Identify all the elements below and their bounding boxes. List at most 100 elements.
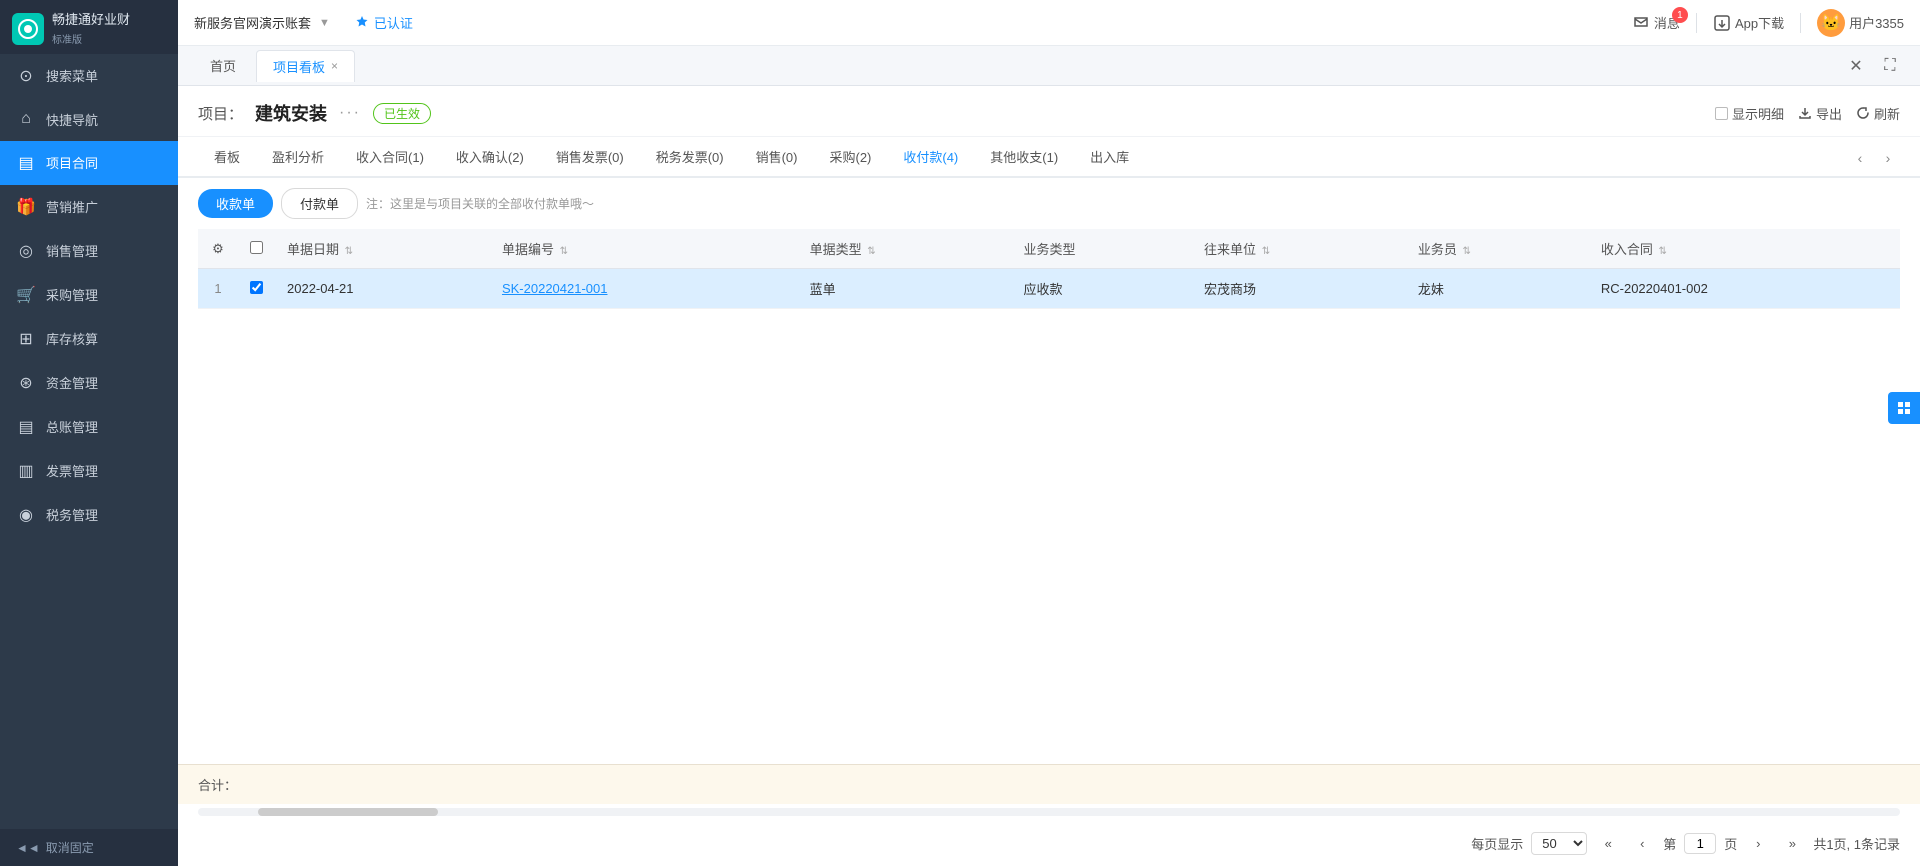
export-label: 导出 (1816, 104, 1842, 123)
total-label: 合计： (198, 778, 237, 793)
col-company[interactable]: 往来单位 ⇅ (1192, 229, 1406, 269)
project-icon: ▤ (16, 153, 36, 173)
refresh-button[interactable]: 刷新 (1856, 104, 1900, 123)
subtab-profit[interactable]: 盈利分析 (256, 137, 340, 178)
data-table: ⚙ 单据日期 ⇅ 单据编号 ⇅ (198, 229, 1900, 309)
subtab-sales[interactable]: 销售(0) (740, 137, 814, 178)
sidebar-item-inventory[interactable]: ⊞ 库存核算 (0, 317, 178, 361)
sidebar-item-label: 营销推广 (46, 197, 98, 216)
col-settings[interactable]: ⚙ (198, 229, 238, 269)
sidebar-item-project-contract[interactable]: ▤ 项目合同 (0, 141, 178, 185)
subtab-income-confirm[interactable]: 收入确认(2) (440, 137, 540, 178)
page-prev-button[interactable]: ‹ (1629, 830, 1655, 856)
unpin-button[interactable]: ◄◄ 取消固定 (0, 829, 178, 866)
show-detail-checkbox[interactable] (1715, 107, 1728, 120)
topbar: 新服务官网演示账套 ▼ 已认证 消息 1 (178, 0, 1920, 46)
sidebar-item-label: 项目合同 (46, 153, 98, 172)
scrollbar-thumb[interactable] (258, 808, 438, 816)
project-header-actions: 显示明细 导出 刷新 (1715, 104, 1900, 123)
subtab-nav: ‹ › (1848, 146, 1900, 176)
divider (1696, 13, 1697, 33)
page-last-button[interactable]: » (1779, 830, 1805, 856)
float-action-button[interactable] (1888, 392, 1920, 424)
last-page-icon: » (1789, 836, 1796, 851)
app-download-button[interactable]: App下载 (1713, 13, 1784, 32)
sidebar-item-invoice-mgmt[interactable]: ▥ 发票管理 (0, 449, 178, 493)
table-header-row: ⚙ 单据日期 ⇅ 单据编号 ⇅ (198, 229, 1900, 269)
project-more-button[interactable]: ··· (339, 104, 361, 122)
sort-number-icon: ⇅ (560, 246, 568, 257)
col-salesman[interactable]: 业务员 ⇅ (1406, 229, 1589, 269)
app-title: 畅捷通好业财 (52, 12, 130, 29)
subtab-sales-invoice[interactable]: 销售发票(0) (540, 137, 640, 178)
payment-out-button[interactable]: 付款单 (281, 188, 358, 219)
tab-home[interactable]: 首页 (194, 50, 252, 82)
table-wrapper: ⚙ 单据日期 ⇅ 单据编号 ⇅ (178, 229, 1920, 764)
select-all-checkbox[interactable] (250, 241, 263, 254)
search-icon: ⊙ (16, 66, 36, 86)
subtab-income-contract[interactable]: 收入合同(1) (340, 137, 440, 178)
col-date[interactable]: 单据日期 ⇅ (275, 229, 490, 269)
sidebar-item-label: 资金管理 (46, 373, 98, 392)
sidebar-item-label: 总账管理 (46, 417, 98, 436)
export-button[interactable]: 导出 (1798, 104, 1842, 123)
col-income-contract[interactable]: 收入合同 ⇅ (1589, 229, 1900, 269)
sidebar-item-capital-mgmt[interactable]: ⊛ 资金管理 (0, 361, 178, 405)
show-detail-action[interactable]: 显示明细 (1715, 104, 1784, 123)
subtab-kanban[interactable]: 看板 (198, 137, 256, 178)
subtab-tax-invoice[interactable]: 税务发票(0) (640, 137, 740, 178)
messages-button[interactable]: 消息 1 (1632, 13, 1680, 32)
subtab-other-income[interactable]: 其他收支(1) (974, 137, 1074, 178)
row-number-link[interactable]: SK-20220421-001 (502, 281, 608, 296)
sidebar-item-purchase-mgmt[interactable]: 🛒 采购管理 (0, 273, 178, 317)
subtab-next-button[interactable]: › (1876, 146, 1900, 170)
window-maximize-button[interactable]: ⛶ (1876, 52, 1904, 80)
tab-close-icon[interactable]: × (331, 60, 338, 72)
certified-badge: 已认证 (354, 13, 413, 32)
col-type[interactable]: 单据类型 ⇅ (798, 229, 1012, 269)
per-page-select[interactable]: 50 10 20 100 (1531, 832, 1587, 855)
divider2 (1800, 13, 1801, 33)
subtab-inout-warehouse[interactable]: 出入库 (1074, 137, 1145, 178)
sidebar-item-marketing[interactable]: 🎁 营销推广 (0, 185, 178, 229)
tab-home-label: 首页 (210, 56, 236, 75)
page-suffix-label: 页 (1724, 834, 1737, 853)
sidebar-item-ledger-mgmt[interactable]: ▤ 总账管理 (0, 405, 178, 449)
filter-bar: 收款单 付款单 注：这里是与项目关联的全部收付款单哦～ (178, 178, 1920, 229)
account-dropdown-icon[interactable]: ▼ (319, 17, 330, 29)
subtab-prev-button[interactable]: ‹ (1848, 146, 1872, 170)
row-select-checkbox[interactable] (250, 281, 263, 294)
next-page-icon: › (1756, 836, 1760, 851)
page-first-button[interactable]: « (1595, 830, 1621, 856)
unpin-label: 取消固定 (46, 839, 94, 856)
scrollbar-track (198, 808, 1900, 816)
app-download-label: App下载 (1735, 13, 1784, 32)
sort-date-icon: ⇅ (345, 246, 353, 257)
table-row[interactable]: 1 2022-04-21 SK-20220421-001 蓝单 应收款 宏茂商场 (198, 269, 1900, 309)
sidebar-item-sales-mgmt[interactable]: ◎ 销售管理 (0, 229, 178, 273)
sort-company-icon: ⇅ (1262, 246, 1270, 257)
col-number[interactable]: 单据编号 ⇅ (490, 229, 798, 269)
sidebar-item-quick-nav[interactable]: ⌂ 快捷导航 (0, 98, 178, 141)
subtab-purchase[interactable]: 采购(2) (813, 137, 887, 178)
payment-in-button[interactable]: 收款单 (198, 189, 273, 218)
row-checkbox[interactable] (238, 269, 275, 309)
sidebar-item-tax-mgmt[interactable]: ◉ 税务管理 (0, 493, 178, 537)
project-label-prefix: 项目： (198, 103, 243, 124)
horizontal-scrollbar[interactable] (178, 804, 1920, 820)
tab-project-board[interactable]: 项目看板 × (256, 50, 355, 82)
user-menu-button[interactable]: 🐱 用户3355 (1817, 9, 1904, 37)
page-number-input[interactable] (1684, 833, 1716, 854)
subtab-receipt-payment[interactable]: 收付款(4) (887, 137, 974, 178)
row-number[interactable]: SK-20220421-001 (490, 269, 798, 309)
settings-icon[interactable]: ⚙ (212, 241, 224, 256)
invoice-icon: ▥ (16, 461, 36, 481)
messages-badge: 1 (1672, 7, 1688, 23)
page-next-button[interactable]: › (1745, 830, 1771, 856)
sidebar-header: 畅捷通好业财 标准版 (0, 0, 178, 54)
sidebar-item-search[interactable]: ⊙ 搜索菜单 (0, 54, 178, 98)
demo-account-label: 新服务官网演示账套 (194, 13, 311, 32)
row-company: 宏茂商场 (1192, 269, 1406, 309)
window-close-button[interactable]: ✕ (1842, 52, 1870, 80)
marketing-icon: 🎁 (16, 197, 36, 217)
